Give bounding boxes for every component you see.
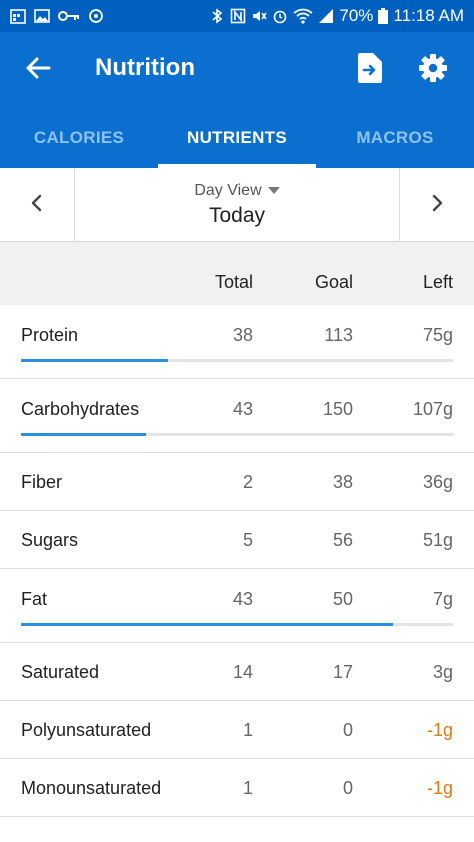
date-navigator: Day View Today xyxy=(0,168,474,242)
column-header-left: Left xyxy=(422,272,453,292)
nutrient-left: 36g xyxy=(422,472,453,492)
nutrient-left: 3g xyxy=(432,662,453,682)
nutrient-goal: 150 xyxy=(322,399,353,419)
nutrient-left: 51g xyxy=(422,530,453,550)
nutrient-left: -1g xyxy=(426,720,453,740)
nutrient-total: 1 xyxy=(242,720,253,740)
page-title: Nutrition xyxy=(95,54,195,81)
nutrient-row-fiber[interactable]: Fiber 2 38 36g xyxy=(0,453,474,511)
sync-icon xyxy=(88,8,104,24)
nutrient-goal: 56 xyxy=(332,530,353,550)
chevron-left-icon xyxy=(30,194,44,217)
date-selector[interactable]: Day View Today xyxy=(75,168,399,241)
image-icon xyxy=(34,8,50,24)
nutrient-total: 14 xyxy=(232,662,253,682)
nutrient-name: Polyunsaturated xyxy=(21,720,152,740)
wifi-icon xyxy=(293,8,313,24)
nutrient-left: 107g xyxy=(412,399,453,419)
clock: 11:18 AM xyxy=(393,6,464,25)
tab-calories[interactable]: CALORIES xyxy=(0,108,158,168)
export-button[interactable] xyxy=(352,50,388,90)
nutrient-goal: 0 xyxy=(342,778,353,798)
nutrient-goal: 50 xyxy=(332,589,353,609)
next-day-button[interactable] xyxy=(399,168,474,242)
tab-nutrients[interactable]: NUTRIENTS xyxy=(158,108,316,168)
signal-icon xyxy=(318,8,334,24)
previous-day-button[interactable] xyxy=(0,168,75,242)
nutrient-total: 43 xyxy=(232,589,253,609)
tab-macros[interactable]: MACROS xyxy=(316,108,474,168)
status-bar: 70% 11:18 AM xyxy=(0,0,474,32)
status-notifications xyxy=(10,8,104,24)
nutrient-goal: 0 xyxy=(342,720,353,740)
mute-icon xyxy=(251,8,268,24)
nutrient-total: 1 xyxy=(242,778,253,798)
day-view-label: Day View xyxy=(194,181,262,199)
nutrient-total: 5 xyxy=(242,530,253,550)
status-system: 70% 11:18 AM xyxy=(209,6,464,26)
nutrient-goal: 38 xyxy=(332,472,353,492)
column-header-goal: Goal xyxy=(314,272,353,292)
progress-bar xyxy=(21,433,453,436)
nutrient-name: Carbohydrates xyxy=(21,399,140,419)
nutrient-row-fat[interactable]: Fat 43 50 7g xyxy=(0,569,474,643)
nutrient-name: Saturated xyxy=(21,662,100,682)
nutrient-row-polyunsaturated[interactable]: Polyunsaturated 1 0 -1g xyxy=(0,701,474,759)
nutrient-row-saturated[interactable]: Saturated 14 17 3g xyxy=(0,643,474,701)
file-export-icon xyxy=(358,52,382,88)
battery-icon xyxy=(378,8,389,24)
nutrient-list: Protein 38 113 75g Carbohydrates 43 150 … xyxy=(0,305,474,817)
nutrient-name: Protein xyxy=(21,325,79,345)
bluetooth-icon xyxy=(209,8,225,24)
nutrient-row-carbohydrates[interactable]: Carbohydrates 43 150 107g xyxy=(0,379,474,453)
nutrient-left: 75g xyxy=(422,325,453,345)
nfc-icon xyxy=(230,8,246,24)
progress-bar-fill xyxy=(21,623,393,626)
key-icon xyxy=(58,8,80,24)
nutrient-total: 38 xyxy=(232,325,253,345)
app-bar: Nutrition xyxy=(0,32,474,108)
nutrient-row-monounsaturated[interactable]: Monounsaturated 1 0 -1g xyxy=(0,759,474,817)
tab-bar: CALORIES NUTRIENTS MACROS xyxy=(0,108,474,168)
nutrient-total: 2 xyxy=(242,472,253,492)
gear-icon xyxy=(418,53,448,88)
nutrient-name: Fat xyxy=(21,589,48,609)
calendar-icon xyxy=(10,8,26,24)
column-header-total: Total xyxy=(214,272,253,292)
nutrient-row-protein[interactable]: Protein 38 113 75g xyxy=(0,305,474,379)
nutrient-total: 43 xyxy=(232,399,253,419)
nutrient-name: Sugars xyxy=(21,530,79,550)
settings-button[interactable] xyxy=(413,50,453,90)
arrow-left-icon xyxy=(25,55,51,86)
progress-bar-fill xyxy=(21,433,147,436)
nutrient-goal: 17 xyxy=(332,662,353,682)
nutrient-left: 7g xyxy=(432,589,453,609)
back-button[interactable] xyxy=(20,52,56,88)
nutrient-left: -1g xyxy=(426,778,453,798)
current-date: Today xyxy=(208,203,266,227)
nutrient-name: Monounsaturated xyxy=(21,778,162,798)
alarm-icon xyxy=(272,8,288,24)
caret-down-icon xyxy=(267,187,280,194)
nutrient-goal: 113 xyxy=(324,325,353,345)
day-view-dropdown[interactable]: Day View xyxy=(194,181,280,200)
progress-bar xyxy=(21,623,453,626)
progress-bar-fill xyxy=(21,359,168,362)
battery-percent: 70% xyxy=(339,6,374,25)
chevron-right-icon xyxy=(430,194,444,217)
nutrient-row-sugars[interactable]: Sugars 5 56 51g xyxy=(0,511,474,569)
progress-bar xyxy=(21,359,453,362)
table-header: Total Goal Left xyxy=(0,242,474,305)
nutrient-name: Fiber xyxy=(21,472,63,492)
